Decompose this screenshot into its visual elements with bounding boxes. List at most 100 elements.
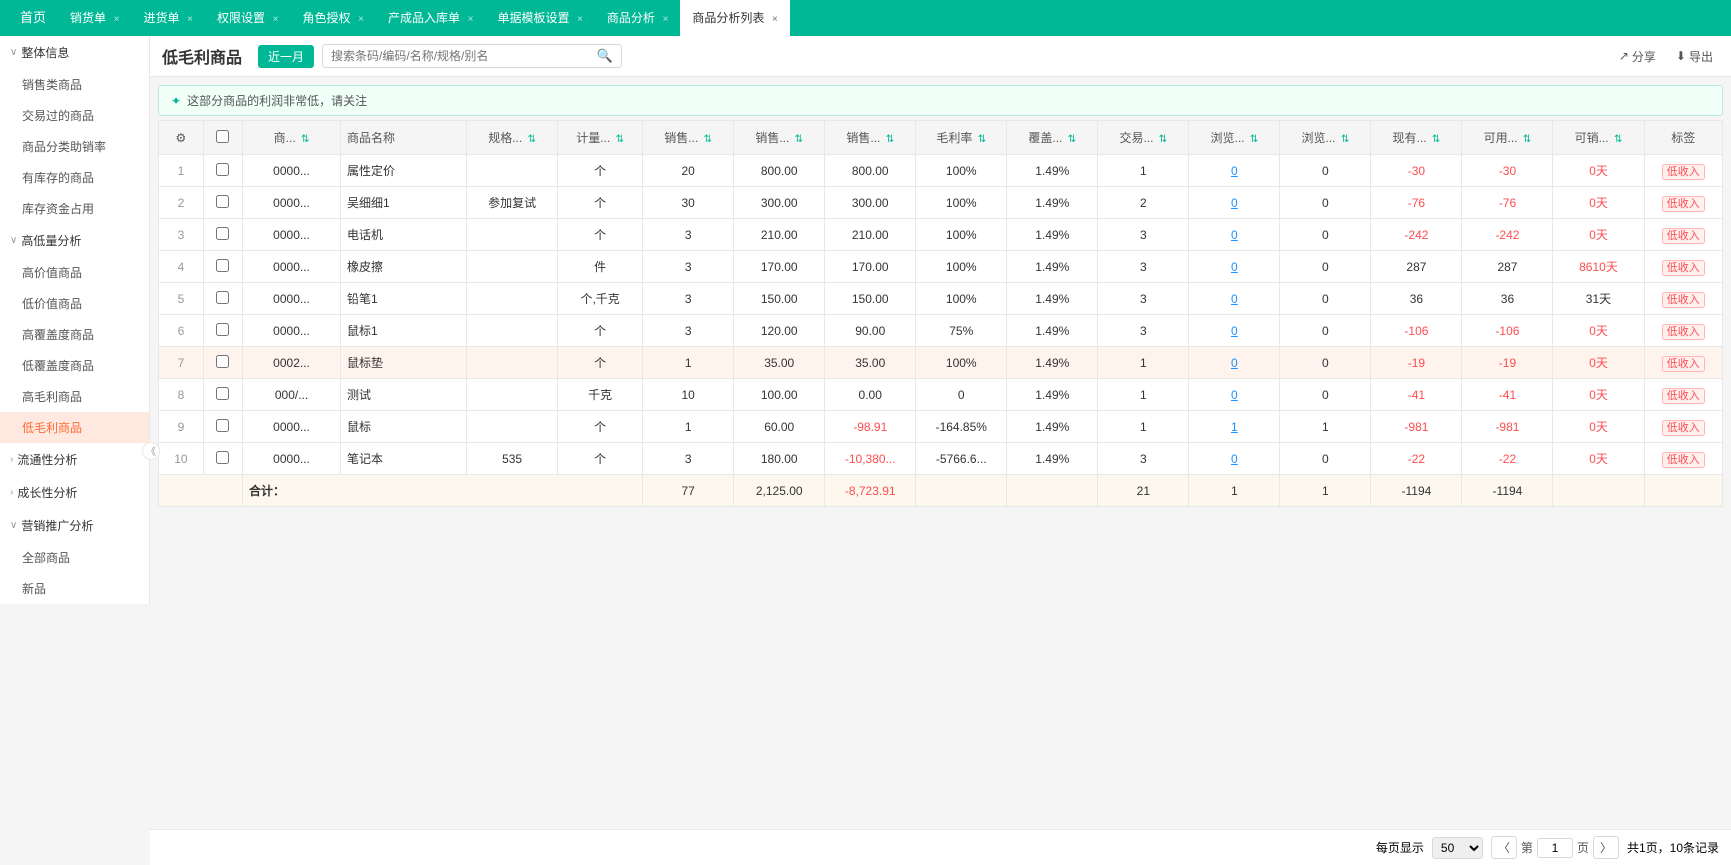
col-sales-amount-header[interactable]: 销售... ⇅ [734,121,825,155]
row-checkbox[interactable] [216,259,229,272]
cell-browse1[interactable]: 0 [1189,379,1280,411]
col-current-stock-header[interactable]: 现有... ⇅ [1371,121,1462,155]
sidebar-item-category-rate[interactable]: 商品分类助销率 [0,131,149,162]
sidebar-group-marketing[interactable]: ∨ 营销推广分析 [0,509,149,542]
row-checkbox[interactable] [216,195,229,208]
close-purchase-order-icon[interactable]: × [187,14,193,25]
cell-browse1[interactable]: 1 [1189,411,1280,443]
cell-name: 吴细细1 [341,187,467,219]
close-role-auth-icon[interactable]: × [358,14,364,25]
sidebar-item-high-value[interactable]: 高价值商品 [0,257,149,288]
nav-permission-settings[interactable]: 权限设置 × [205,0,290,36]
sidebar-item-low-coverage[interactable]: 低覆盖度商品 [0,350,149,381]
col-spec-header[interactable]: 规格... ⇅ [467,121,558,155]
sidebar-item-high-margin[interactable]: 高毛利商品 [0,381,149,412]
col-gross-margin-header[interactable]: 毛利率 ⇅ [916,121,1007,155]
cell-browse1[interactable]: 0 [1189,315,1280,347]
col-browse2-header[interactable]: 浏览... ⇅ [1280,121,1371,155]
cell-browse1[interactable]: 0 [1189,251,1280,283]
nav-template-settings[interactable]: 单据模板设置 × [485,0,594,36]
sidebar-item-low-margin[interactable]: 低毛利商品 [0,412,149,443]
page-size-select[interactable]: 50 10 20 100 [1432,837,1483,859]
row-checkbox[interactable] [216,163,229,176]
cell-checkbox[interactable] [203,251,242,283]
time-filter-button[interactable]: 近一月 [258,45,314,68]
nav-goods-analysis-list[interactable]: 商品分析列表 × [680,0,789,36]
nav-goods-analysis[interactable]: 商品分析 × [595,0,680,36]
close-goods-analysis-icon[interactable]: × [663,14,669,25]
col-saleable-header[interactable]: 可销... ⇅ [1553,121,1644,155]
close-template-icon[interactable]: × [577,14,583,25]
nav-purchase-order[interactable]: 进货单 × [132,0,205,36]
col-select-all[interactable] [203,121,242,155]
cell-current-stock: -41 [1371,379,1462,411]
col-sales-qty-header[interactable]: 销售... ⇅ [643,121,734,155]
sidebar-item-high-coverage[interactable]: 高覆盖度商品 [0,319,149,350]
close-product-inbound-icon[interactable]: × [468,14,474,25]
cell-checkbox[interactable] [203,187,242,219]
sidebar-group-overall[interactable]: ∨ 整体信息 [0,36,149,69]
page-number-input[interactable] [1537,838,1573,858]
row-checkbox[interactable] [216,227,229,240]
cell-browse1[interactable]: 0 [1189,155,1280,187]
sidebar-item-new-goods[interactable]: 新品 [0,573,149,604]
cell-checkbox[interactable] [203,379,242,411]
sidebar-group-circulation[interactable]: › 流通性分析 [0,443,149,476]
sidebar-item-sales-goods[interactable]: 销售类商品 [0,69,149,100]
next-page-button[interactable]: 〉 [1593,836,1619,859]
row-checkbox[interactable] [216,323,229,336]
col-transaction-header[interactable]: 交易... ⇅ [1098,121,1189,155]
col-settings[interactable]: ⚙ [159,121,204,155]
select-all-checkbox[interactable] [216,130,229,143]
close-sales-order-icon[interactable]: × [114,14,120,25]
cell-checkbox[interactable] [203,443,242,475]
prev-page-button[interactable]: 〈 [1491,836,1517,859]
cell-checkbox[interactable] [203,283,242,315]
close-permission-icon[interactable]: × [273,14,279,25]
nav-home[interactable]: 首页 [8,0,58,36]
sidebar-item-traded-goods[interactable]: 交易过的商品 [0,100,149,131]
cell-checkbox[interactable] [203,155,242,187]
row-checkbox[interactable] [216,387,229,400]
col-tag-header[interactable]: 标签 [1644,121,1723,155]
sidebar-item-inventory-capital[interactable]: 库存资金占用 [0,193,149,224]
nav-role-auth[interactable]: 角色授权 × [290,0,375,36]
cell-browse1[interactable]: 0 [1189,283,1280,315]
row-checkbox[interactable] [216,451,229,464]
col-code-header[interactable]: 商... ⇅ [243,121,341,155]
sidebar-group-growth[interactable]: › 成长性分析 [0,476,149,509]
col-name-header[interactable]: 商品名称 [341,121,467,155]
cell-checkbox[interactable] [203,315,242,347]
row-checkbox[interactable] [216,419,229,432]
sidebar-item-low-value[interactable]: 低价值商品 [0,288,149,319]
cell-sales-amount: 170.00 [734,251,825,283]
cell-checkbox[interactable] [203,347,242,379]
sidebar-collapse-button[interactable]: 《 [142,442,160,460]
cell-browse1[interactable]: 0 [1189,347,1280,379]
share-button[interactable]: ↗ 分享 [1613,45,1662,68]
table-container[interactable]: ⚙ 商... ⇅ 商品名称 规格... ⇅ 计量... ⇅ 销售... ⇅ 销售… [158,120,1723,829]
cell-current-stock: -22 [1371,443,1462,475]
cell-transaction: 1 [1098,347,1189,379]
col-sales-profit-header[interactable]: 销售... ⇅ [825,121,916,155]
row-checkbox[interactable] [216,355,229,368]
cell-browse1[interactable]: 0 [1189,187,1280,219]
col-available-header[interactable]: 可用... ⇅ [1462,121,1553,155]
search-input[interactable] [331,49,597,63]
cell-checkbox[interactable] [203,411,242,443]
close-goods-analysis-list-icon[interactable]: × [772,14,778,25]
cell-unit: 千克 [558,379,643,411]
cell-browse1[interactable]: 0 [1189,443,1280,475]
cell-checkbox[interactable] [203,219,242,251]
col-unit-header[interactable]: 计量... ⇅ [558,121,643,155]
sidebar-group-high-low[interactable]: ∨ 高低量分析 [0,224,149,257]
col-browse1-header[interactable]: 浏览... ⇅ [1189,121,1280,155]
nav-sales-order[interactable]: 销货单 × [58,0,131,36]
export-button[interactable]: ⬇ 导出 [1670,45,1719,68]
cell-browse1[interactable]: 0 [1189,219,1280,251]
col-coverage-header[interactable]: 覆盖... ⇅ [1007,121,1098,155]
sidebar-item-stocked-goods[interactable]: 有库存的商品 [0,162,149,193]
sidebar-item-all-goods[interactable]: 全部商品 [0,542,149,573]
nav-product-inbound[interactable]: 产成品入库单 × [376,0,485,36]
row-checkbox[interactable] [216,291,229,304]
